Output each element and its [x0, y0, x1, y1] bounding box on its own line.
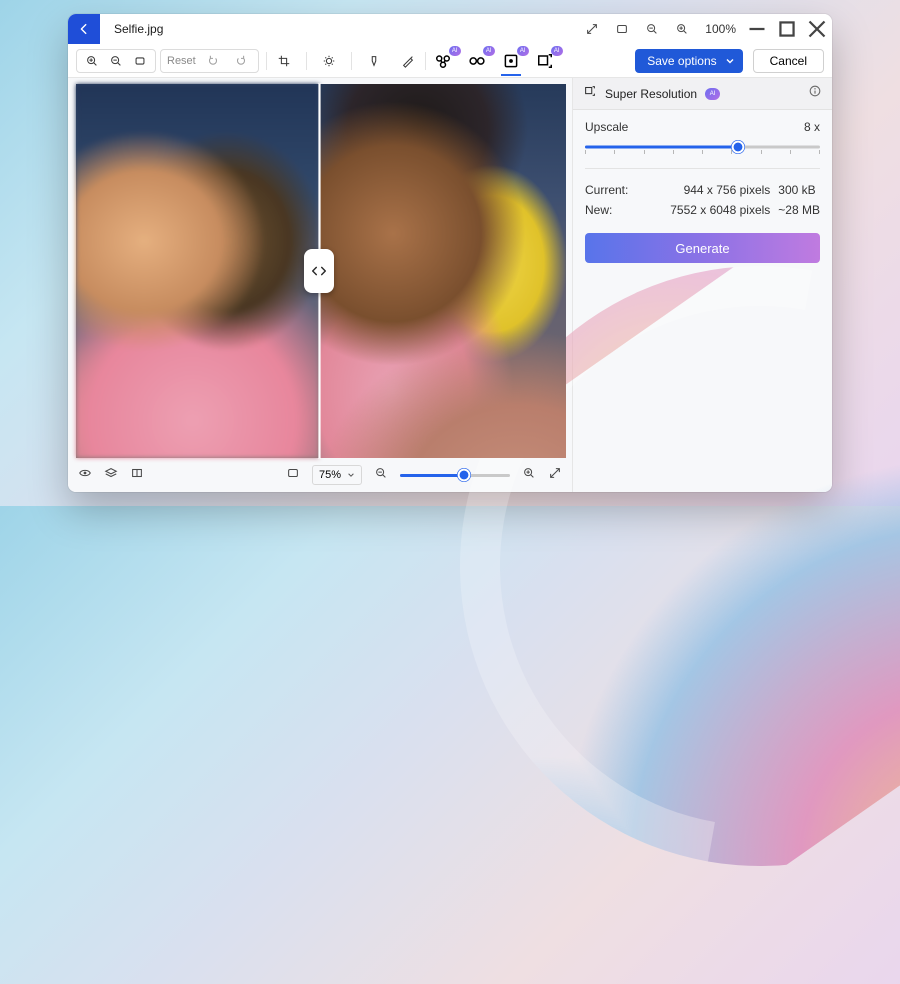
- save-options-label: Save options: [647, 54, 716, 68]
- upscale-slider[interactable]: [585, 140, 820, 154]
- current-size: 300 kB: [778, 183, 820, 197]
- current-label: Current:: [585, 183, 639, 197]
- window-maximize-button[interactable]: [772, 14, 802, 44]
- ai-enhance-tool[interactable]: AI: [433, 51, 453, 71]
- toolbar: Reset AI AI AI: [68, 44, 832, 78]
- image-before: [76, 84, 319, 458]
- split-view-icon[interactable]: [130, 466, 144, 485]
- new-size: ~28 MB: [778, 203, 820, 217]
- new-dims: 7552 x 6048 pixels: [647, 203, 770, 217]
- zoom-in-tool[interactable]: [81, 51, 103, 71]
- window-close-button[interactable]: [802, 14, 832, 44]
- ai-badge-icon: AI: [483, 46, 495, 56]
- fit-window-icon[interactable]: [286, 466, 300, 485]
- file-name: Selfie.jpg: [100, 14, 177, 44]
- zoom-percent-value: 75%: [319, 469, 341, 481]
- ai-superres-tool[interactable]: AI: [535, 51, 555, 71]
- zoom-slider[interactable]: [400, 468, 510, 482]
- ai-badge-icon: AI: [705, 88, 720, 100]
- layers-icon[interactable]: [104, 466, 118, 485]
- chevron-down-icon: [725, 56, 735, 66]
- redo-button[interactable]: [230, 51, 252, 71]
- generate-button[interactable]: Generate: [585, 233, 820, 263]
- zoom-out-icon[interactable]: [374, 466, 388, 485]
- upscale-label: Upscale: [585, 120, 628, 134]
- reset-group: Reset: [160, 49, 259, 73]
- compare-handle[interactable]: [304, 249, 334, 293]
- new-label: New:: [585, 203, 639, 217]
- eye-icon[interactable]: [78, 466, 92, 485]
- chevron-down-icon: [347, 471, 355, 479]
- info-icon[interactable]: [808, 84, 822, 103]
- ai-badge-icon: AI: [551, 46, 563, 56]
- zoom-percent-select[interactable]: 75%: [312, 465, 362, 485]
- current-dims: 944 x 756 pixels: [647, 183, 770, 197]
- brightness-tool[interactable]: [319, 51, 339, 71]
- reset-button[interactable]: Reset: [167, 55, 196, 67]
- zoom-in-icon[interactable]: [675, 22, 689, 36]
- image-after: [319, 84, 566, 458]
- panel-title: Super Resolution: [605, 87, 697, 101]
- expand-diagonal-icon[interactable]: [585, 22, 599, 36]
- title-bar: Selfie.jpg 100%: [68, 14, 832, 44]
- window-minimize-button[interactable]: [742, 14, 772, 44]
- ai-style-tool[interactable]: AI: [467, 51, 487, 71]
- cancel-button[interactable]: Cancel: [753, 49, 824, 73]
- image-compare-canvas[interactable]: [76, 84, 566, 458]
- back-button[interactable]: [68, 14, 100, 44]
- zoom-out-icon[interactable]: [645, 22, 659, 36]
- ai-object-tool[interactable]: AI: [501, 51, 521, 71]
- ai-badge-icon: AI: [449, 46, 461, 56]
- fit-tool[interactable]: [129, 51, 151, 71]
- crop-tool[interactable]: [274, 51, 294, 71]
- undo-button[interactable]: [202, 51, 224, 71]
- fit-screen-icon[interactable]: [615, 22, 629, 36]
- save-options-button[interactable]: Save options: [635, 49, 742, 73]
- pen-tool[interactable]: [398, 51, 418, 71]
- zoom-percent: 100%: [705, 22, 736, 36]
- ai-badge-icon: AI: [517, 46, 529, 56]
- brush-tool[interactable]: [364, 51, 384, 71]
- upscale-value: 8 x: [804, 120, 820, 134]
- superres-icon: [583, 84, 597, 103]
- zoom-out-tool[interactable]: [105, 51, 127, 71]
